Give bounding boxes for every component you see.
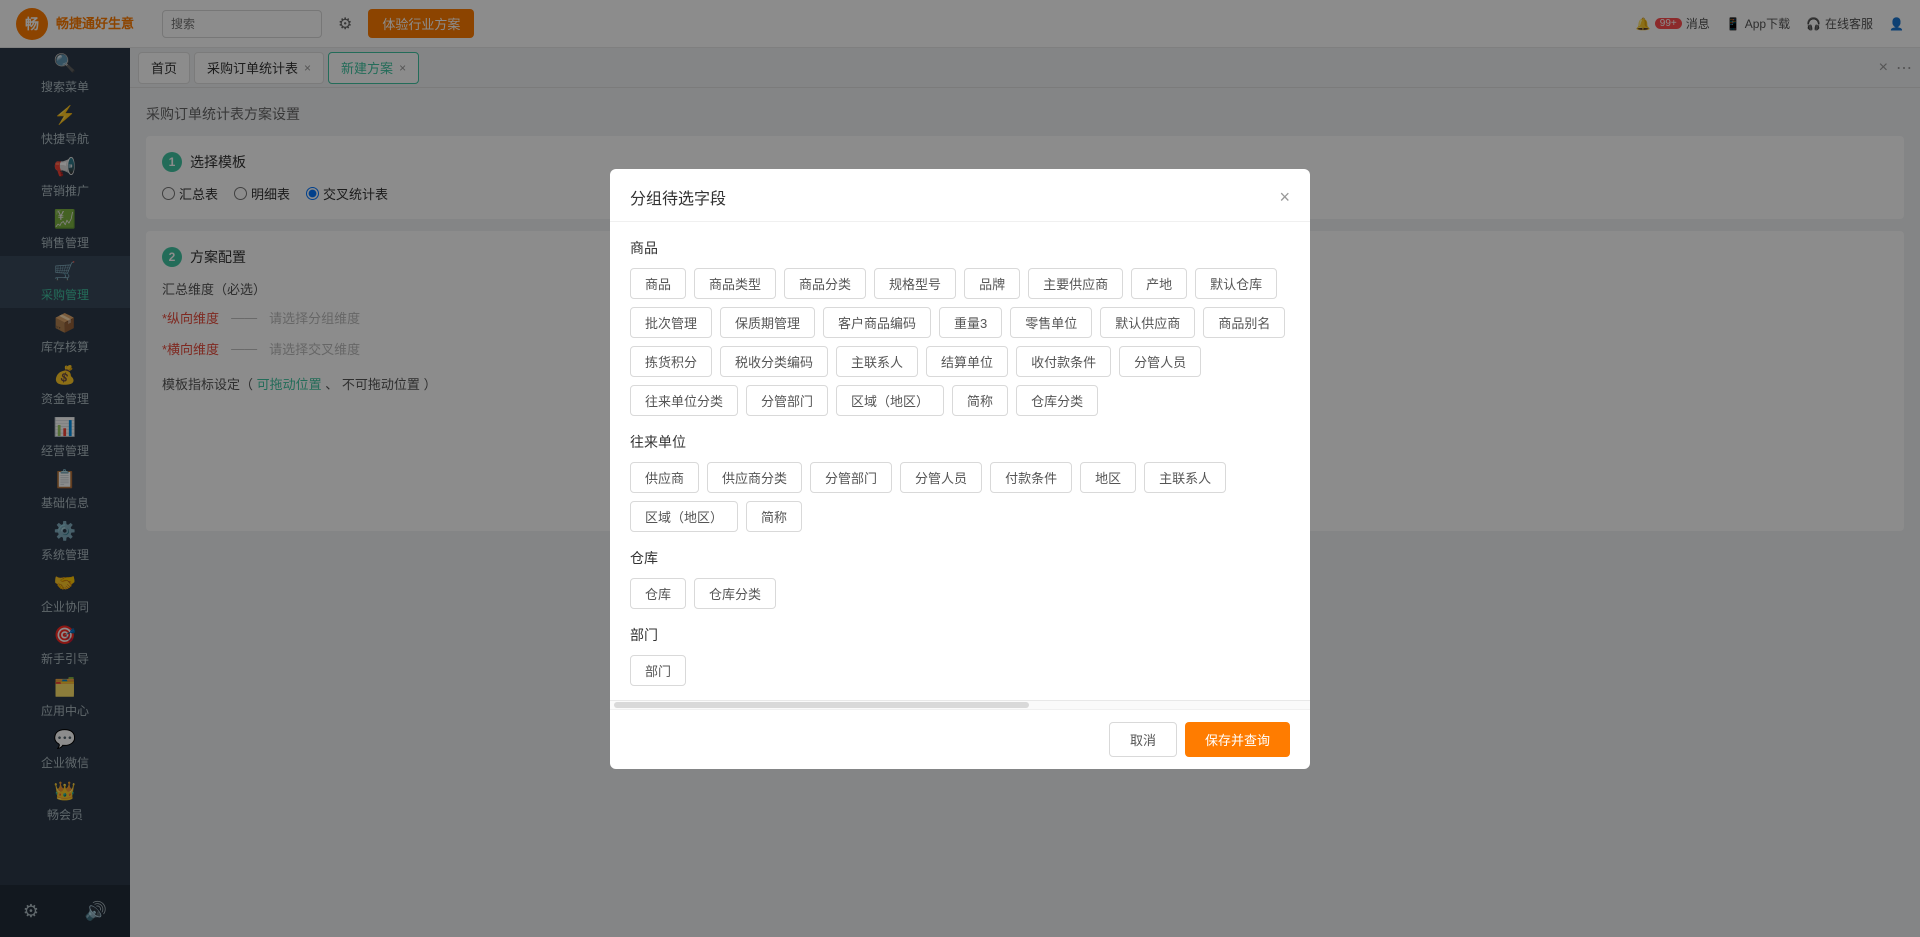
field-tags: 商品商品类型商品分类规格型号品牌主要供应商产地默认仓库批次管理保质期管理客户商品…	[630, 268, 1290, 416]
cancel-button[interactable]: 取消	[1109, 722, 1177, 757]
field-tag[interactable]: 区域（地区）	[836, 385, 944, 416]
field-tag[interactable]: 收付款条件	[1016, 346, 1111, 377]
field-tag[interactable]: 主联系人	[1144, 462, 1226, 493]
field-section-title: 往来单位	[630, 432, 1290, 452]
field-tag[interactable]: 简称	[746, 501, 802, 532]
modal-header: 分组待选字段 ×	[610, 169, 1310, 222]
field-tag[interactable]: 批次管理	[630, 307, 712, 338]
field-tag[interactable]: 付款条件	[990, 462, 1072, 493]
field-tags: 部门	[630, 655, 1290, 686]
modal-dialog: 分组待选字段 × 商品商品商品类型商品分类规格型号品牌主要供应商产地默认仓库批次…	[610, 169, 1310, 769]
modal-close-button[interactable]: ×	[1279, 188, 1290, 206]
field-tag[interactable]: 区域（地区）	[630, 501, 738, 532]
field-tag[interactable]: 税收分类编码	[720, 346, 828, 377]
field-tag[interactable]: 默认供应商	[1100, 307, 1195, 338]
field-tag[interactable]: 仓库	[630, 578, 686, 609]
field-tag[interactable]: 商品	[630, 268, 686, 299]
modal-overlay: 分组待选字段 × 商品商品商品类型商品分类规格型号品牌主要供应商产地默认仓库批次…	[0, 0, 1920, 937]
field-tag[interactable]: 品牌	[964, 268, 1020, 299]
field-tag[interactable]: 分管部门	[810, 462, 892, 493]
field-tag[interactable]: 客户商品编码	[823, 307, 931, 338]
field-tag[interactable]: 简称	[952, 385, 1008, 416]
field-tag[interactable]: 主联系人	[836, 346, 918, 377]
field-tag[interactable]: 拣货积分	[630, 346, 712, 377]
field-tag[interactable]: 分管人员	[1119, 346, 1201, 377]
hscroll-thumb	[614, 702, 1029, 708]
field-tags: 仓库仓库分类	[630, 578, 1290, 609]
field-tag[interactable]: 结算单位	[926, 346, 1008, 377]
field-section-title: 商品	[630, 238, 1290, 258]
field-section-商品: 商品商品商品类型商品分类规格型号品牌主要供应商产地默认仓库批次管理保质期管理客户…	[630, 238, 1290, 416]
field-tag[interactable]: 主要供应商	[1028, 268, 1123, 299]
modal-title: 分组待选字段	[630, 185, 726, 209]
field-tag[interactable]: 重量3	[939, 307, 1002, 338]
field-tag[interactable]: 商品类型	[694, 268, 776, 299]
field-tag[interactable]: 保质期管理	[720, 307, 815, 338]
field-tag[interactable]: 规格型号	[874, 268, 956, 299]
confirm-button[interactable]: 保存并查询	[1185, 722, 1290, 757]
field-tags: 供应商供应商分类分管部门分管人员付款条件地区主联系人区域（地区） 简称	[630, 462, 1290, 532]
field-section-仓库: 仓库仓库仓库分类	[630, 548, 1290, 609]
field-tag[interactable]: 分管部门	[746, 385, 828, 416]
field-tag[interactable]: 仓库分类	[1016, 385, 1098, 416]
field-tag[interactable]: 零售单位	[1010, 307, 1092, 338]
field-tag[interactable]: 供应商分类	[707, 462, 802, 493]
field-tag[interactable]: 商品别名	[1203, 307, 1285, 338]
field-tag[interactable]: 分管人员	[900, 462, 982, 493]
field-tag[interactable]: 供应商	[630, 462, 699, 493]
field-tag[interactable]: 产地	[1131, 268, 1187, 299]
field-section-title: 仓库	[630, 548, 1290, 568]
field-section-title: 部门	[630, 625, 1290, 645]
modal-horizontal-scroll[interactable]	[610, 700, 1310, 709]
field-tag[interactable]: 商品分类	[784, 268, 866, 299]
field-tag[interactable]: 地区	[1080, 462, 1136, 493]
field-tag[interactable]: 默认仓库	[1195, 268, 1277, 299]
field-section-部门: 部门部门	[630, 625, 1290, 686]
field-tag[interactable]: 部门	[630, 655, 686, 686]
modal-body: 商品商品商品类型商品分类规格型号品牌主要供应商产地默认仓库批次管理保质期管理客户…	[610, 222, 1310, 700]
field-tag[interactable]: 往来单位分类	[630, 385, 738, 416]
modal-footer: 取消 保存并查询	[610, 709, 1310, 769]
field-tag[interactable]: 仓库分类	[694, 578, 776, 609]
field-section-往来单位: 往来单位供应商供应商分类分管部门分管人员付款条件地区主联系人区域（地区） 简称	[630, 432, 1290, 532]
